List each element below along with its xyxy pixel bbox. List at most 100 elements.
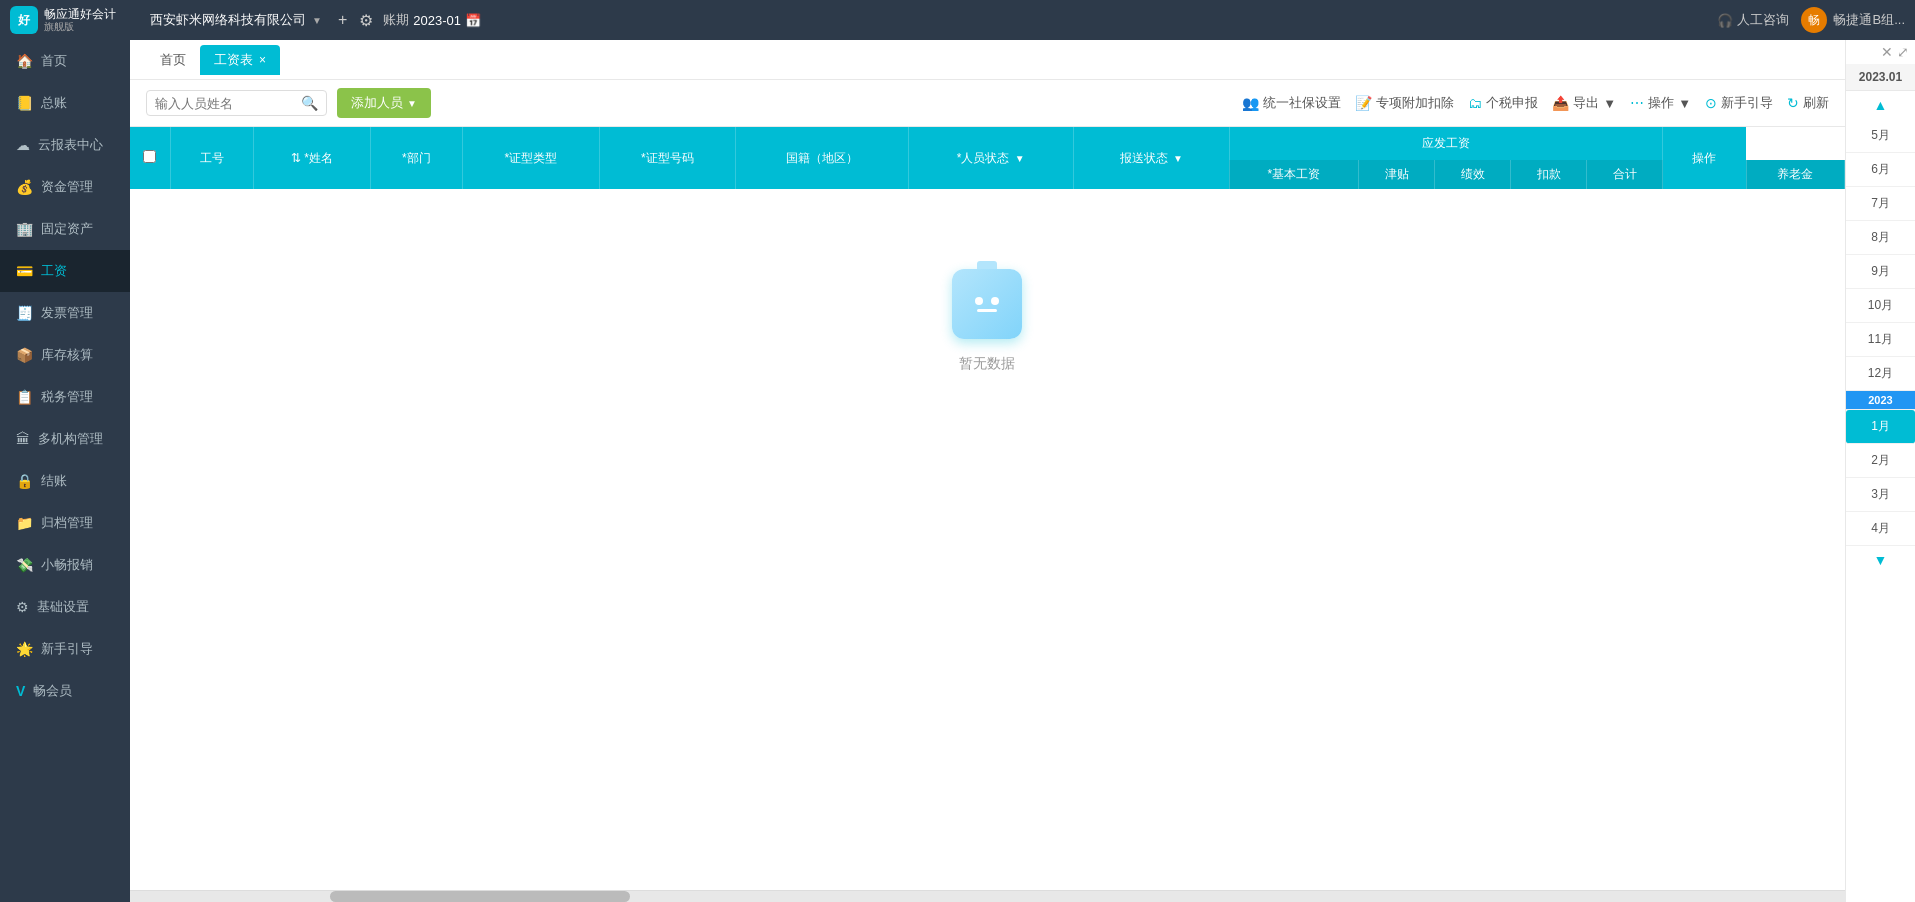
date-item-1-active[interactable]: 1月 [1846, 410, 1915, 444]
th-id-number: *证型号码 [599, 127, 736, 189]
sidebar-item-fixed-asset[interactable]: 🏢 固定资产 [0, 208, 130, 250]
sidebar-label-cloud-report: 云报表中心 [38, 136, 103, 154]
company-name: 西安虾米网络科技有限公司 [150, 11, 306, 29]
sidebar-item-close-account[interactable]: 🔒 结账 [0, 460, 130, 502]
date-item-10[interactable]: 10月 [1846, 289, 1915, 323]
tax-declare-icon: 🗂 [1468, 95, 1482, 111]
sidebar-item-multi-org[interactable]: 🏛 多机构管理 [0, 418, 130, 460]
search-icon: 🔍 [301, 95, 318, 111]
guide-label: 新手引导 [1721, 94, 1773, 112]
scroll-thumb[interactable] [330, 891, 630, 902]
add-company-button[interactable]: + [338, 11, 347, 29]
sidebar-label-fund: 资金管理 [41, 178, 93, 196]
tab-close-icon[interactable]: × [259, 53, 266, 67]
sidebar-item-cloud-report[interactable]: ☁ 云报表中心 [0, 124, 130, 166]
settings-header-button[interactable]: ⚙ [359, 11, 373, 30]
deduction-button[interactable]: 📝 专项附加扣除 [1355, 94, 1454, 112]
sidebar-label-ledger: 总账 [41, 94, 67, 112]
tab-home[interactable]: 首页 [146, 45, 200, 75]
sidebar-item-expense[interactable]: 💸 小畅报销 [0, 544, 130, 586]
calendar-icon[interactable]: 📅 [465, 13, 481, 28]
sidebar-item-member[interactable]: V 畅会员 [0, 670, 130, 712]
sidebar-label-member: 畅会员 [33, 682, 72, 700]
panel-close-button[interactable]: ✕ [1881, 44, 1893, 60]
date-item-11[interactable]: 11月 [1846, 323, 1915, 357]
report-status-filter-icon[interactable]: ▼ [1173, 153, 1183, 164]
support-label: 人工咨询 [1737, 11, 1789, 29]
sidebar-item-settings[interactable]: ⚙ 基础设置 [0, 586, 130, 628]
sidebar-item-inventory[interactable]: 📦 库存核算 [0, 334, 130, 376]
guide-button[interactable]: ⊙ 新手引导 [1705, 94, 1773, 112]
th-checkbox[interactable] [130, 127, 170, 189]
th-id-type: *证型类型 [462, 127, 599, 189]
date-item-6[interactable]: 6月 [1846, 153, 1915, 187]
th-name: ⇅ *姓名 [253, 127, 370, 189]
refresh-icon: ↻ [1787, 95, 1799, 111]
panel-expand-button[interactable]: ⤢ [1897, 44, 1909, 60]
support-button[interactable]: 🎧 人工咨询 [1717, 11, 1789, 29]
tab-payroll[interactable]: 工资表 × [200, 45, 280, 75]
sidebar-item-ledger[interactable]: 📒 总账 [0, 82, 130, 124]
date-item-4[interactable]: 4月 [1846, 512, 1915, 546]
main-layout: 🏠 首页 📒 总账 ☁ 云报表中心 💰 资金管理 🏢 固定资产 💳 工资 🧾 发… [0, 40, 1915, 902]
fund-icon: 💰 [16, 179, 33, 195]
user-name: 畅捷通B组... [1833, 11, 1905, 29]
search-input[interactable] [155, 96, 295, 111]
table-body: 暂无数据 [130, 189, 1845, 453]
date-item-12[interactable]: 12月 [1846, 357, 1915, 391]
empty-robot-icon [952, 269, 1022, 339]
guide-toolbar-icon: ⊙ [1705, 95, 1717, 111]
expense-icon: 💸 [16, 557, 33, 573]
th-person-status: *人员状态 ▼ [908, 127, 1073, 189]
operation-button[interactable]: ⋯ 操作 ▼ [1630, 94, 1691, 112]
sidebar-item-invoice[interactable]: 🧾 发票管理 [0, 292, 130, 334]
date-item-9[interactable]: 9月 [1846, 255, 1915, 289]
company-selector[interactable]: 西安虾米网络科技有限公司 ▼ [150, 11, 322, 29]
horizontal-scrollbar[interactable] [130, 890, 1845, 902]
refresh-button[interactable]: ↻ 刷新 [1787, 94, 1829, 112]
social-security-label: 统一社保设置 [1263, 94, 1341, 112]
date-item-8[interactable]: 8月 [1846, 221, 1915, 255]
social-security-button[interactable]: 👥 统一社保设置 [1242, 94, 1341, 112]
sidebar-label-guide: 新手引导 [41, 640, 93, 658]
sidebar-label-multi-org: 多机构管理 [38, 430, 103, 448]
date-nav-down[interactable]: ▼ [1846, 546, 1915, 574]
add-person-button[interactable]: 添加人员 ▼ [337, 88, 431, 118]
person-status-filter-icon[interactable]: ▼ [1015, 153, 1025, 164]
export-arrow-icon: ▼ [1603, 96, 1616, 111]
multi-org-icon: 🏛 [16, 431, 30, 447]
sidebar-label-home: 首页 [41, 52, 67, 70]
header-actions: + ⚙ [338, 11, 373, 30]
sidebar-item-archive[interactable]: 📁 归档管理 [0, 502, 130, 544]
user-area[interactable]: 畅 畅捷通B组... [1801, 7, 1905, 33]
export-label: 导出 [1573, 94, 1599, 112]
tab-payroll-label: 工资表 [214, 51, 253, 69]
sidebar-item-fund[interactable]: 💰 资金管理 [0, 166, 130, 208]
date-item-7[interactable]: 7月 [1846, 187, 1915, 221]
toolbar-actions: 👥 统一社保设置 📝 专项附加扣除 🗂 个税申报 📤 导出 ▼ ⋯ [1242, 94, 1829, 112]
th-report-status: 报送状态 ▼ [1073, 127, 1229, 189]
empty-state: 暂无数据 [130, 189, 1845, 453]
date-nav-up[interactable]: ▲ [1846, 91, 1915, 119]
th-action: 操作 [1663, 127, 1746, 189]
sidebar-item-payroll[interactable]: 💳 工资 [0, 250, 130, 292]
date-item-5[interactable]: 5月 [1846, 119, 1915, 153]
select-all-checkbox[interactable] [143, 150, 156, 163]
inventory-icon: 📦 [16, 347, 33, 363]
empty-text: 暂无数据 [959, 355, 1015, 373]
tax-declare-button[interactable]: 🗂 个税申报 [1468, 94, 1538, 112]
refresh-label: 刷新 [1803, 94, 1829, 112]
payroll-table: 工号 ⇅ *姓名 *部门 *证型类型 *证型号码 国籍（地区） *人员状态 ▼ … [130, 127, 1845, 453]
home-icon: 🏠 [16, 53, 33, 69]
year-2023-badge: 2023 [1846, 391, 1915, 410]
date-item-3[interactable]: 3月 [1846, 478, 1915, 512]
sidebar-item-home[interactable]: 🏠 首页 [0, 40, 130, 82]
date-item-2[interactable]: 2月 [1846, 444, 1915, 478]
export-button[interactable]: 📤 导出 ▼ [1552, 94, 1616, 112]
export-icon: 📤 [1552, 95, 1569, 111]
tax-declare-label: 个税申报 [1486, 94, 1538, 112]
sidebar-item-guide[interactable]: 🌟 新手引导 [0, 628, 130, 670]
tax-icon: 📋 [16, 389, 33, 405]
invoice-icon: 🧾 [16, 305, 33, 321]
sidebar-item-tax[interactable]: 📋 税务管理 [0, 376, 130, 418]
